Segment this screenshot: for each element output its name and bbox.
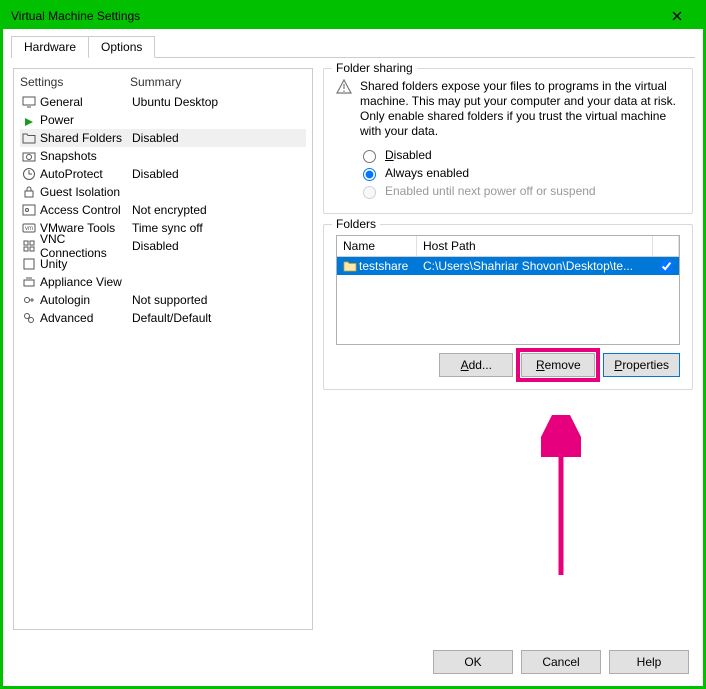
row-checkbox[interactable] — [660, 260, 673, 273]
settings-row-label: Unity — [40, 257, 132, 271]
clock-icon — [22, 167, 36, 181]
settings-row-summary: Ubuntu Desktop — [132, 95, 306, 109]
tab-content: Settings Summary GeneralUbuntu DesktopPo… — [3, 58, 703, 640]
warning-text: Shared folders expose your files to prog… — [360, 79, 680, 139]
appliance-icon — [22, 275, 36, 289]
settings-row-label: Advanced — [40, 311, 132, 325]
settings-row-label: VNC Connections — [40, 232, 132, 260]
tab-row: Hardware Options — [11, 35, 695, 58]
radio-until-label: Enabled until next power off or suspend — [385, 184, 596, 198]
settings-row-label: Snapshots — [40, 149, 132, 163]
close-icon — [672, 11, 682, 21]
radio-until-input — [363, 186, 376, 199]
radio-always-input[interactable] — [363, 168, 376, 181]
radio-until-poweroff: Enabled until next power off or suspend — [358, 183, 680, 199]
col-header-settings: Settings — [20, 75, 130, 89]
folders-group: Folders Name Host Path testshare C:\U — [323, 224, 693, 390]
properties-button[interactable]: Properties — [603, 353, 680, 377]
folders-title: Folders — [332, 217, 380, 231]
vm-settings-window: Virtual Machine Settings Hardware Option… — [0, 0, 706, 689]
settings-row-general[interactable]: GeneralUbuntu Desktop — [20, 93, 306, 111]
camera-icon — [22, 149, 36, 163]
settings-row-summary: Disabled — [132, 131, 306, 145]
list-headers: Settings Summary — [20, 73, 306, 93]
col-enabled[interactable] — [653, 236, 679, 256]
warning-icon — [336, 79, 352, 139]
monitor-icon — [22, 95, 36, 109]
folder-icon — [343, 259, 357, 273]
login-icon — [22, 293, 36, 307]
key-icon — [22, 203, 36, 217]
settings-row-summary: Default/Default — [132, 311, 306, 325]
settings-row-appliance-view[interactable]: Appliance View — [20, 273, 306, 291]
settings-row-label: Power — [40, 113, 132, 127]
settings-row-summary: Time sync off — [132, 221, 306, 235]
settings-list: Settings Summary GeneralUbuntu DesktopPo… — [13, 68, 313, 630]
settings-row-power[interactable]: Power — [20, 111, 306, 129]
window-title: Virtual Machine Settings — [11, 9, 659, 23]
settings-row-summary: Disabled — [132, 167, 306, 181]
dialog-footer: OK Cancel Help — [3, 640, 703, 686]
settings-row-snapshots[interactable]: Snapshots — [20, 147, 306, 165]
settings-row-summary: Disabled — [132, 239, 306, 253]
svg-text:vm: vm — [25, 226, 33, 232]
settings-row-label: Access Control — [40, 203, 132, 217]
settings-row-autologin[interactable]: AutologinNot supported — [20, 291, 306, 309]
add-button[interactable]: Add... — [439, 353, 513, 377]
settings-row-advanced[interactable]: AdvancedDefault/Default — [20, 309, 306, 327]
col-header-summary: Summary — [130, 75, 306, 89]
settings-row-label: Autologin — [40, 293, 132, 307]
settings-row-label: Appliance View — [40, 275, 132, 289]
radio-disabled-rest: isabled — [394, 148, 432, 162]
row-name: testshare — [359, 259, 408, 273]
settings-row-summary: Not encrypted — [132, 203, 306, 217]
row-checkbox-cell[interactable] — [653, 257, 679, 276]
remove-button[interactable]: Remove — [521, 353, 595, 377]
right-panel: Folder sharing Shared folders expose you… — [323, 68, 693, 630]
row-name-cell: testshare — [337, 259, 417, 274]
radio-always-label: Always enabled — [385, 166, 469, 180]
folder-sharing-group: Folder sharing Shared folders expose you… — [323, 68, 693, 214]
settings-row-summary: Not supported — [132, 293, 306, 307]
radio-disabled-input[interactable] — [363, 150, 376, 163]
cancel-button[interactable]: Cancel — [521, 650, 601, 674]
settings-row-label: Shared Folders — [40, 131, 132, 145]
power-icon — [22, 113, 36, 127]
settings-row-vnc-connections[interactable]: VNC ConnectionsDisabled — [20, 237, 306, 255]
settings-row-label: AutoProtect — [40, 167, 132, 181]
settings-row-label: Guest Isolation — [40, 185, 132, 199]
tab-hardware[interactable]: Hardware — [11, 36, 89, 58]
row-path: C:\Users\Shahriar Shovon\Desktop\te... — [417, 259, 653, 273]
gears-icon — [22, 311, 36, 325]
grid-icon — [22, 239, 36, 253]
folder-icon — [22, 131, 36, 145]
settings-row-unity[interactable]: Unity — [20, 255, 306, 273]
radio-disabled[interactable]: Disabled — [358, 147, 680, 163]
folder-sharing-title: Folder sharing — [332, 61, 417, 75]
settings-row-guest-isolation[interactable]: Guest Isolation — [20, 183, 306, 201]
folders-table-head: Name Host Path — [337, 236, 679, 257]
ok-button[interactable]: OK — [433, 650, 513, 674]
col-name[interactable]: Name — [337, 236, 417, 256]
folders-buttons: Add... Remove Properties — [336, 353, 680, 377]
col-host-path[interactable]: Host Path — [417, 236, 653, 256]
table-row[interactable]: testshare C:\Users\Shahriar Shovon\Deskt… — [337, 257, 679, 275]
tab-options[interactable]: Options — [88, 36, 155, 58]
unity-icon — [22, 257, 36, 271]
titlebar: Virtual Machine Settings — [3, 3, 703, 29]
settings-row-label: General — [40, 95, 132, 109]
settings-row-autoprotect[interactable]: AutoProtectDisabled — [20, 165, 306, 183]
settings-row-access-control[interactable]: Access ControlNot encrypted — [20, 201, 306, 219]
vm-icon: vm — [22, 221, 36, 235]
settings-row-shared-folders[interactable]: Shared FoldersDisabled — [20, 129, 306, 147]
close-button[interactable] — [659, 3, 695, 29]
radio-always-enabled[interactable]: Always enabled — [358, 165, 680, 181]
help-button[interactable]: Help — [609, 650, 689, 674]
lock-icon — [22, 185, 36, 199]
folders-table: Name Host Path testshare C:\Users\Shahri… — [336, 235, 680, 345]
